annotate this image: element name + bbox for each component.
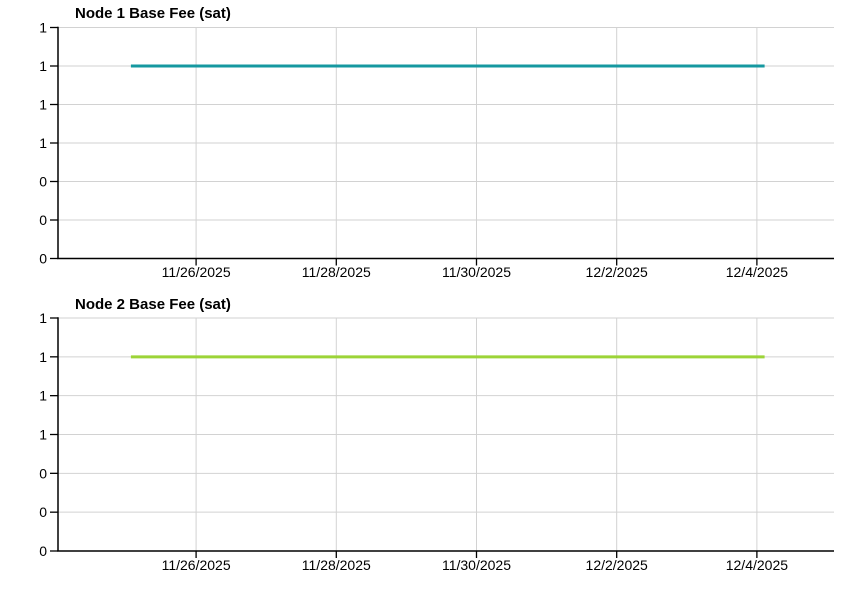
y-tick-label: 0 <box>39 543 47 559</box>
y-tick-label: 1 <box>39 20 47 36</box>
chart-title: Node 1 Base Fee (sat) <box>75 5 231 22</box>
y-tick-label: 1 <box>39 97 47 113</box>
y-tick-label: 1 <box>39 349 47 365</box>
x-tick-label: 12/4/2025 <box>726 557 788 573</box>
node-1-base-fee-chart: Node 1 Base Fee (sat) 111100011/26/20251… <box>39 5 834 280</box>
y-tick-label: 1 <box>39 135 47 151</box>
y-tick-label: 0 <box>39 465 47 481</box>
x-tick-label: 12/2/2025 <box>586 557 648 573</box>
x-tick-label: 11/30/2025 <box>442 557 511 573</box>
y-tick-label: 1 <box>39 427 47 443</box>
x-tick-label: 12/2/2025 <box>586 264 648 280</box>
x-tick-label: 12/4/2025 <box>726 264 788 280</box>
chart-title: Node 2 Base Fee (sat) <box>75 296 231 313</box>
chart-plot-area: 1 1 1 1 0 0 0 11/26/2025 11/28/2025 11/30/2025 12/… <box>39 20 834 281</box>
y-tick-label: 1 <box>39 58 47 74</box>
x-tick-label: 11/26/2025 <box>162 264 231 280</box>
y-tick-label: 0 <box>39 251 47 267</box>
x-tick-label: 11/28/2025 <box>302 264 371 280</box>
node-2-base-fee-chart: Node 2 Base Fee (sat) 111100011/26/20251… <box>39 296 834 573</box>
x-tick-label: 11/26/2025 <box>162 557 231 573</box>
charts-page: Node 1 Base Fee (sat) 111100011/26/20251… <box>0 0 860 600</box>
x-tick-label: 11/30/2025 <box>442 264 511 280</box>
y-tick-label: 1 <box>39 388 47 404</box>
y-tick-label: 1 <box>39 310 47 326</box>
y-tick-label: 0 <box>39 212 47 228</box>
charts-canvas: Node 1 Base Fee (sat) 111100011/26/20251… <box>0 0 860 600</box>
y-tick-label: 0 <box>39 504 47 520</box>
y-tick-label: 0 <box>39 174 47 190</box>
chart-plot-area: 1 1 1 1 0 0 0 11/26/2025 11/28/2025 11/30/2025 12/… <box>39 310 834 573</box>
x-tick-label: 11/28/2025 <box>302 557 371 573</box>
